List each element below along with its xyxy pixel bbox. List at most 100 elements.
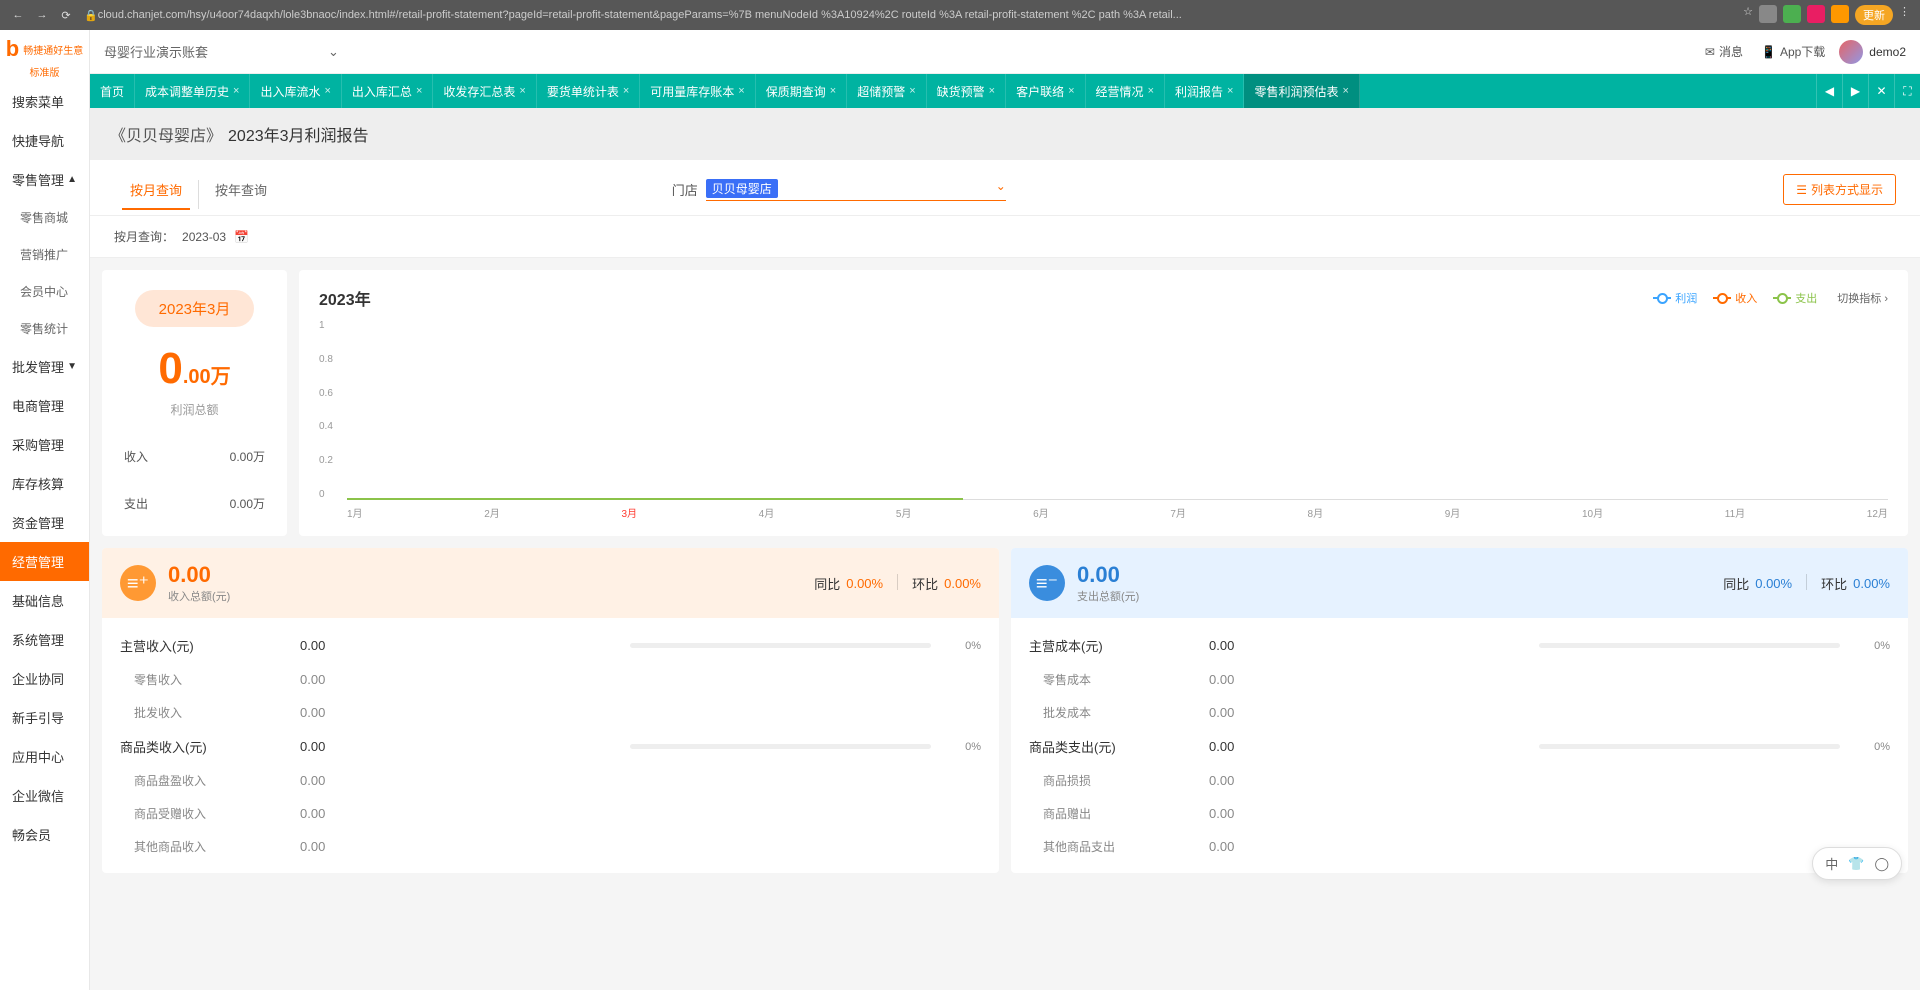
page-tab[interactable]: 收发存汇总表× — [433, 74, 536, 108]
user-avatar[interactable] — [1839, 40, 1863, 64]
page-tabs: 首页成本调整单历史×出入库流水×出入库汇总×收发存汇总表×要货单统计表×可用量库… — [90, 74, 1920, 108]
close-icon[interactable]: × — [416, 85, 422, 97]
close-icon[interactable]: × — [1342, 85, 1348, 97]
calendar-icon[interactable]: 📅 — [234, 230, 249, 244]
expense-card: ≡⁻ 0.00 支出总额(元) 同比0.00% 环比0.00% 主营成本(元)0… — [1011, 548, 1908, 873]
sidebar-item[interactable]: 快捷导航 — [0, 121, 89, 160]
sidebar-item[interactable]: 库存核算 — [0, 464, 89, 503]
income-card: ≡⁺ 0.00 收入总额(元) 同比0.00% 环比0.00% 主营收入(元)0… — [102, 548, 999, 873]
browser-reload-icon[interactable]: ⟳ — [58, 7, 74, 23]
stat-row: 商品类支出(元)0.000% — [1029, 729, 1890, 764]
stat-row: 商品受赠收入0.00 — [120, 797, 981, 830]
sidebar-item[interactable]: 基础信息 — [0, 581, 89, 620]
browser-menu-icon[interactable]: ⋮ — [1899, 5, 1910, 25]
sidebar-item[interactable]: 营销推广 — [0, 236, 89, 273]
messages-link[interactable]: ✉ 消息 — [1705, 43, 1743, 60]
page-tab[interactable]: 首页 — [90, 74, 135, 108]
stat-row: 其他商品支出0.00 — [1029, 830, 1890, 863]
stat-row: 主营收入(元)0.000% — [120, 628, 981, 663]
username[interactable]: demo2 — [1869, 45, 1906, 59]
expense-amount: 0.00 — [1077, 562, 1139, 588]
sidebar-item[interactable]: 零售商城 — [0, 199, 89, 236]
sidebar-item[interactable]: 搜索菜单 — [0, 82, 89, 121]
page-tab[interactable]: 成本调整单历史× — [135, 74, 250, 108]
page-tab[interactable]: 保质期查询× — [756, 74, 847, 108]
sidebar-item[interactable]: 系统管理 — [0, 620, 89, 659]
page-tab[interactable]: 可用量库存账本× — [640, 74, 755, 108]
page-tab[interactable]: 经营情况× — [1086, 74, 1165, 108]
close-icon[interactable]: × — [830, 85, 836, 97]
chart-legend: 利润 收入 支出 — [1653, 290, 1817, 306]
message-icon: ✉ — [1705, 45, 1715, 59]
page-tab[interactable]: 出入库流水× — [250, 74, 341, 108]
page-tab[interactable]: 零售利润预估表× — [1244, 74, 1359, 108]
ext-icon-4[interactable] — [1831, 5, 1849, 23]
page-tab[interactable]: 要货单统计表× — [537, 74, 640, 108]
ime-lang[interactable]: 中 — [1825, 854, 1838, 873]
summary-label: 利润总额 — [118, 401, 271, 418]
sidebar-item[interactable]: 新手引导 — [0, 698, 89, 737]
filter-tab-month[interactable]: 按月查询 — [114, 180, 198, 209]
sidebar-item[interactable]: 批发管理▼ — [0, 347, 89, 386]
close-icon[interactable]: × — [233, 85, 239, 97]
query-row: 按月查询： 2023-03 📅 — [90, 216, 1920, 258]
close-icon[interactable]: × — [909, 85, 915, 97]
page-tab[interactable]: 超储预警× — [847, 74, 926, 108]
browser-update-badge[interactable]: 更新 — [1855, 5, 1893, 25]
shirt-icon[interactable]: 👕 — [1848, 856, 1864, 872]
tabs-scroll-left[interactable]: ◀ — [1816, 74, 1842, 108]
list-view-button[interactable]: ☰ 列表方式显示 — [1783, 174, 1896, 205]
circle-icon[interactable]: ◯ — [1874, 856, 1889, 872]
sidebar-item[interactable]: 畅会员 — [0, 815, 89, 854]
page-tab[interactable]: 利润报告× — [1165, 74, 1244, 108]
expense-icon: ≡⁻ — [1029, 565, 1065, 601]
sidebar-item[interactable]: 经营管理 — [0, 542, 89, 581]
ext-icon-2[interactable] — [1783, 5, 1801, 23]
stat-row: 批发收入0.00 — [120, 696, 981, 729]
page-content: 《贝贝母婴店》 2023年3月利润报告 按月查询 按年查询 门店 贝贝母婴店 ⌄… — [90, 108, 1920, 990]
close-icon[interactable]: × — [519, 85, 525, 97]
floating-toolbar[interactable]: 中 👕 ◯ — [1812, 847, 1902, 880]
top-bar: 母婴行业演示账套 ⌄ ✉ 消息 📱 App下载 demo2 — [90, 30, 1920, 74]
close-icon[interactable]: × — [738, 85, 744, 97]
sidebar-item[interactable]: 零售统计 — [0, 310, 89, 347]
page-tab[interactable]: 出入库汇总× — [342, 74, 433, 108]
star-icon[interactable]: ☆ — [1743, 5, 1753, 25]
stat-row: 批发成本0.00 — [1029, 696, 1890, 729]
summary-period: 2023年3月 — [135, 290, 255, 327]
filter-tab-year[interactable]: 按年查询 — [198, 180, 283, 209]
browser-back-icon[interactable]: ← — [10, 7, 26, 23]
close-icon[interactable]: × — [623, 85, 629, 97]
ext-icon-3[interactable] — [1807, 5, 1825, 23]
account-selector[interactable]: 母婴行业演示账套 ⌄ — [104, 42, 339, 61]
tab-close-button[interactable]: ✕ — [1868, 74, 1894, 108]
sidebar-item[interactable]: 应用中心 — [0, 737, 89, 776]
store-selector[interactable]: 门店 贝贝母婴店 ⌄ — [672, 179, 1006, 211]
sidebar-item[interactable]: 零售管理▲ — [0, 160, 89, 199]
app-download-link[interactable]: 📱 App下载 — [1761, 43, 1825, 60]
tab-fullscreen-button[interactable]: ⛶ — [1894, 74, 1920, 108]
switch-metric-button[interactable]: 切换指标 › — [1837, 290, 1888, 306]
tabs-scroll-right[interactable]: ▶ — [1842, 74, 1868, 108]
sidebar-item[interactable]: 资金管理 — [0, 503, 89, 542]
sidebar-item[interactable]: 电商管理 — [0, 386, 89, 425]
browser-url[interactable]: cloud.chanjet.com/hsy/u4oor74daqxh/lole3… — [98, 9, 1733, 21]
close-icon[interactable]: × — [1148, 85, 1154, 97]
browser-forward-icon[interactable]: → — [34, 7, 50, 23]
close-icon[interactable]: × — [989, 85, 995, 97]
sidebar-item[interactable]: 采购管理 — [0, 425, 89, 464]
close-icon[interactable]: × — [324, 85, 330, 97]
phone-icon: 📱 — [1761, 45, 1776, 59]
sidebar-item[interactable]: 企业协同 — [0, 659, 89, 698]
query-month-value[interactable]: 2023-03 — [182, 230, 226, 244]
sidebar-item[interactable]: 企业微信 — [0, 776, 89, 815]
ext-icon-1[interactable] — [1759, 5, 1777, 23]
close-icon[interactable]: × — [1227, 85, 1233, 97]
close-icon[interactable]: × — [1068, 85, 1074, 97]
sidebar-item[interactable]: 会员中心 — [0, 273, 89, 310]
stat-row: 商品损损0.00 — [1029, 764, 1890, 797]
chart-card: 2023年 利润 收入 支出 切换指标 › 10.80.60.40.20 — [299, 270, 1908, 536]
page-tab[interactable]: 缺货预警× — [927, 74, 1006, 108]
chart-line-expense — [347, 498, 963, 500]
page-tab[interactable]: 客户联络× — [1006, 74, 1085, 108]
